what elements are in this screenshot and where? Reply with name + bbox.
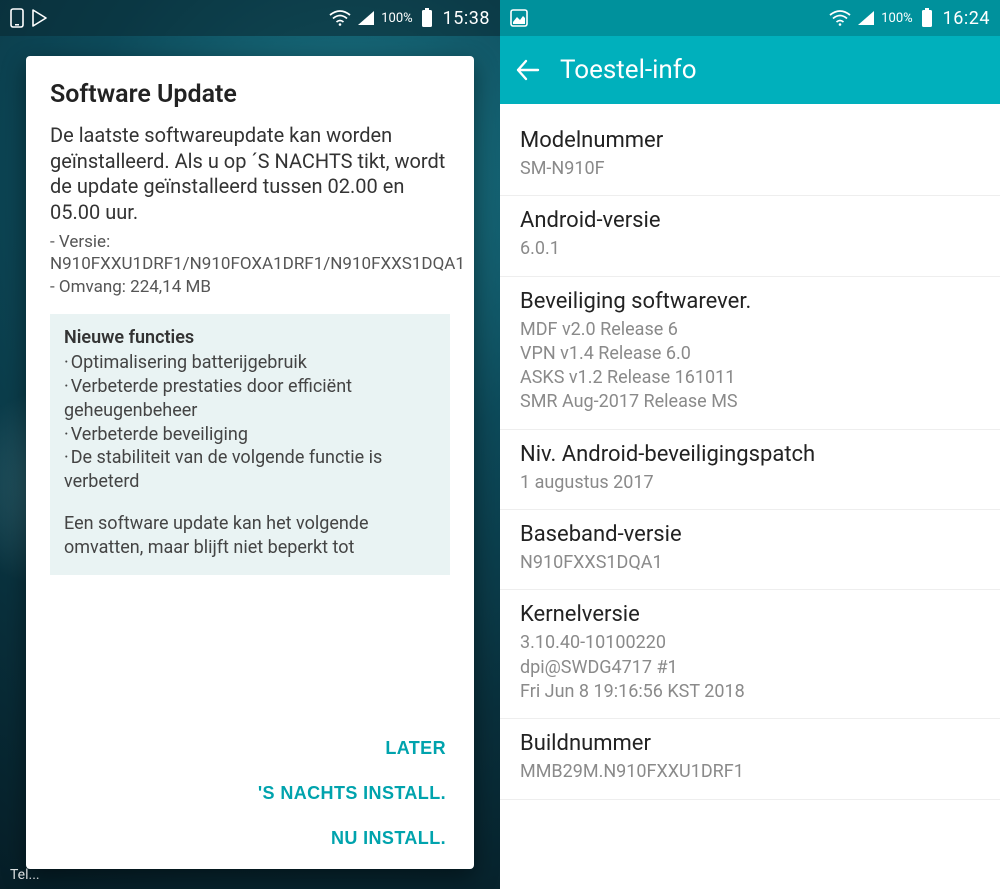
setting-value-line: N910FXXS1DQA1 [520,551,980,575]
software-update-dialog: Software Update De laatste softwareupdat… [26,56,474,869]
clock: 16:24 [943,8,990,29]
clock: 15:38 [443,8,490,29]
screenshot-icon [510,9,528,27]
setting-label: Beveiliging softwarever. [520,289,980,314]
setting-label: Modelnummer [520,128,980,153]
modal-container: Software Update De laatste softwareupdat… [0,36,500,889]
setting-row[interactable]: Baseband-versie N910FXXS1DQA1 [500,510,1000,590]
setting-row[interactable]: Modelnummer SM-N910F [500,116,1000,196]
setting-value: MMB29M.N910FXXU1DRF1 [520,760,980,784]
version-line: - Versie: N910FXXU1DRF1/N910FOXA1DRF1/N9… [50,231,450,275]
play-store-icon [32,9,48,27]
feature-item: Optimalisering batterijgebruik [64,351,436,375]
later-button[interactable]: LATER [381,732,450,765]
setting-label: Buildnummer [520,731,980,756]
install-now-button[interactable]: NU INSTALL. [327,822,450,855]
signal-icon [357,10,375,26]
setting-value-line: 1 augustus 2017 [520,471,980,495]
setting-value: SM-N910F [520,157,980,181]
setting-label: Baseband-versie [520,522,980,547]
setting-label: Niv. Android-beveiligingspatch [520,442,980,467]
setting-row[interactable]: Niv. Android-beveiligingspatch 1 augustus… [500,430,1000,510]
feature-item: Verbeterde prestaties door efficiënt geh… [64,375,436,423]
status-bar-right: 100% 16:24 [500,0,1000,36]
setting-value-line: Fri Jun 8 19:16:56 KST 2018 [520,680,980,704]
battery-icon [921,8,933,28]
settings-list[interactable]: Modelnummer SM-N910F Android-versie 6.0.1 Be… [500,104,1000,889]
setting-label: Android-versie [520,208,980,233]
setting-value-line: SMR Aug-2017 Release MS [520,390,980,414]
setting-value-line: ASKS v1.2 Release 161011 [520,366,980,390]
feature-item: De stabiliteit van de volgende functie i… [64,446,436,494]
signal-icon [857,10,875,26]
right-phone: 100% 16:24 Toestel-info Modelnummer SM-N9… [500,0,1000,889]
setting-label: Kernelversie [520,602,980,627]
setting-value: MDF v2.0 Release 6VPN v1.4 Release 6.0AS… [520,318,980,415]
feature-item: Verbeterde beveiliging [64,423,436,447]
setting-value-line: SM-N910F [520,157,980,181]
setting-row[interactable]: Android-versie 6.0.1 [500,196,1000,276]
status-bar-left: 100% 15:38 [0,0,500,36]
dialog-details: - Versie: N910FXXU1DRF1/N910FOXA1DRF1/N9… [50,231,450,297]
back-button[interactable] [514,57,540,83]
setting-value-line: VPN v1.4 Release 6.0 [520,342,980,366]
features-trail: Een software update kan het volgende omv… [64,512,436,560]
setting-value-line: MMB29M.N910FXXU1DRF1 [520,760,980,784]
setting-value-line: 6.0.1 [520,237,980,261]
features-title: Nieuwe functies [64,326,436,350]
install-night-button[interactable]: 'S NACHTS INSTALL. [254,777,450,810]
setting-value-line: dpi@SWDG4717 #1 [520,656,980,680]
dialog-intro: De laatste softwareupdate kan worden geï… [50,123,450,225]
setting-value: 6.0.1 [520,237,980,261]
setting-value: N910FXXS1DQA1 [520,551,980,575]
features-box: Nieuwe functies Optimalisering batterijg… [50,314,450,576]
wifi-icon [329,10,351,26]
setting-row[interactable]: Buildnummer MMB29M.N910FXXU1DRF1 [500,719,1000,799]
setting-value-line: 3.10.40-10100220 [520,631,980,655]
setting-value: 3.10.40-10100220dpi@SWDG4717 #1Fri Jun 8… [520,631,980,704]
dialog-title: Software Update [50,80,450,109]
setting-row[interactable]: Beveiliging softwarever. MDF v2.0 Release… [500,277,1000,430]
dock-label: Tel... [10,867,40,883]
setting-row[interactable]: Kernelversie 3.10.40-10100220dpi@SWDG4717… [500,590,1000,719]
setting-value-line: MDF v2.0 Release 6 [520,318,980,342]
dialog-actions: LATER 'S NACHTS INSTALL. NU INSTALL. [50,714,450,855]
battery-percent: 100% [881,11,912,26]
wifi-icon [829,10,851,26]
app-bar: Toestel-info [500,36,1000,104]
battery-icon [421,8,433,28]
app-bar-title: Toestel-info [560,55,697,85]
left-phone: 100% 15:38 Software Update De laatste so… [0,0,500,889]
device-icon [10,8,24,28]
size-line: - Omvang: 224,14 MB [50,276,450,298]
setting-value: 1 augustus 2017 [520,471,980,495]
battery-percent: 100% [381,11,412,26]
